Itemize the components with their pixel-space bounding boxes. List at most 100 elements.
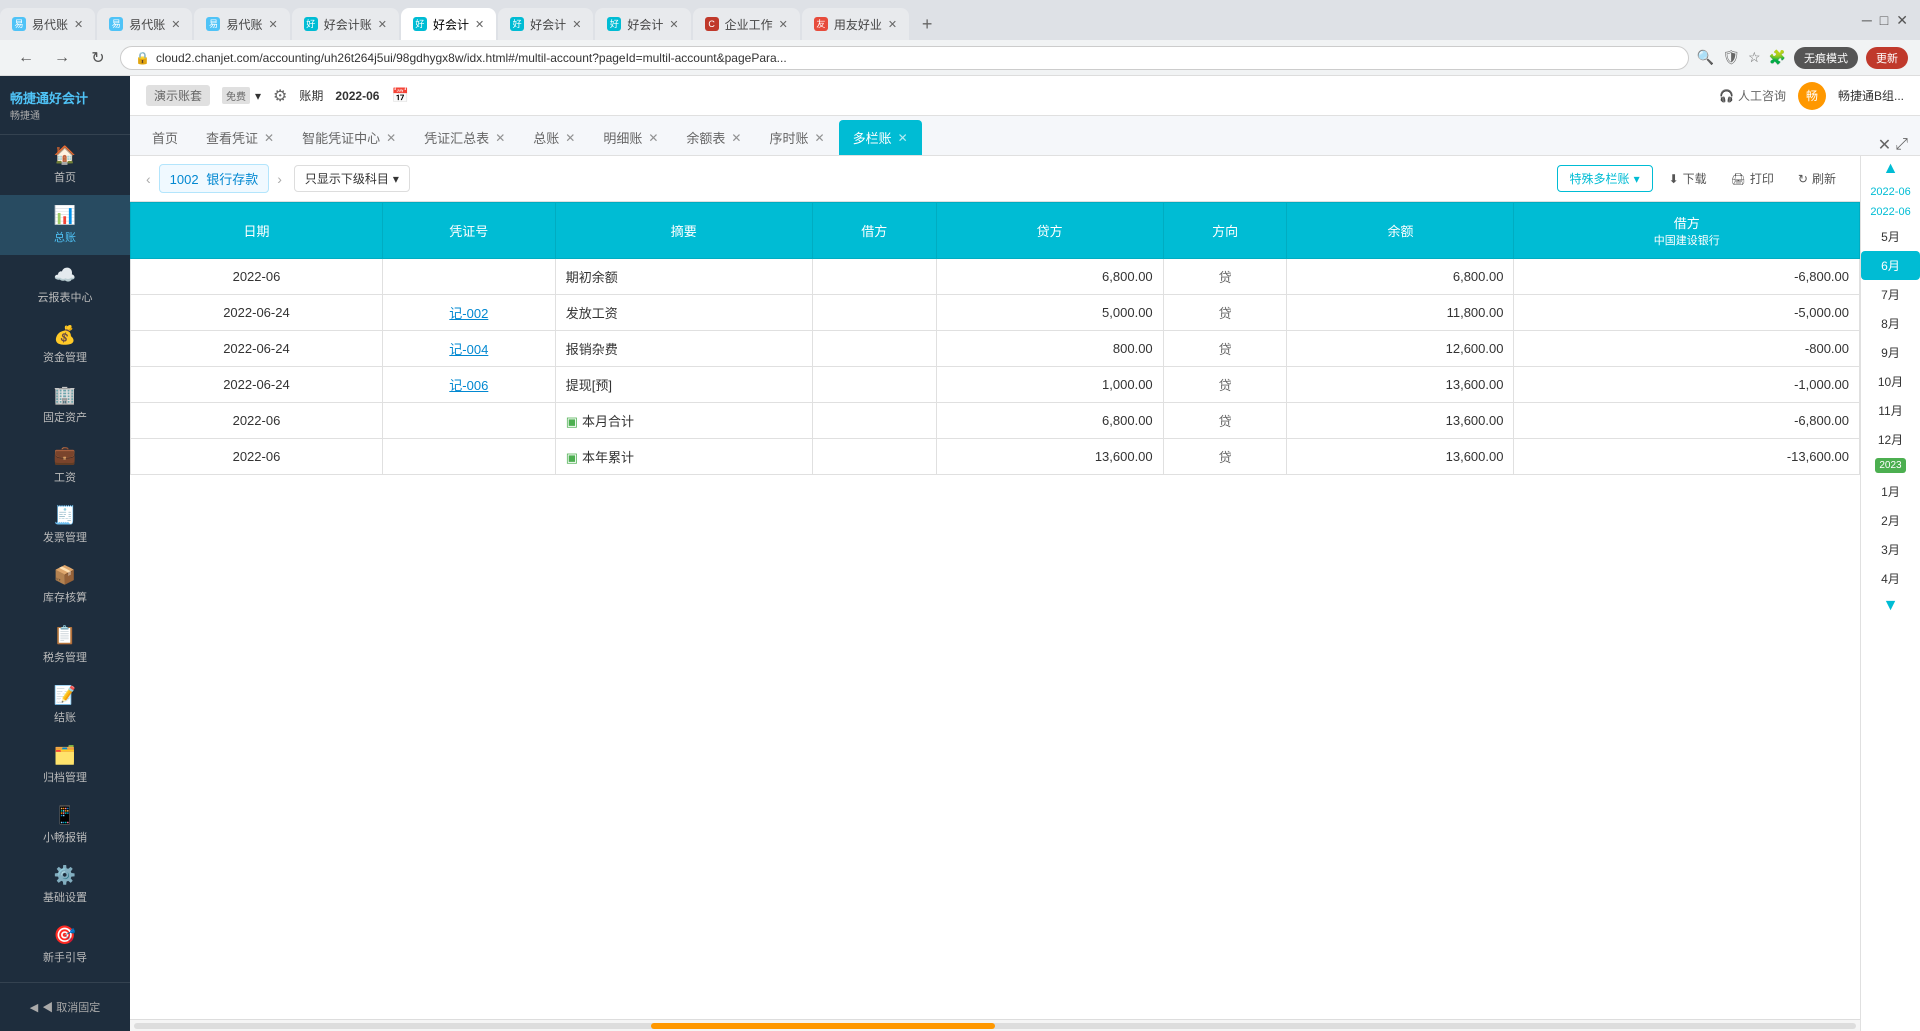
account-name-box[interactable]: 1002 银行存款 bbox=[159, 164, 270, 193]
tab-detail-ledger-close[interactable]: ✕ bbox=[648, 131, 658, 145]
calendar-month-7[interactable]: 7月 bbox=[1861, 280, 1920, 309]
service-button[interactable]: 🎧 人工咨询 bbox=[1719, 87, 1786, 104]
maximize-button[interactable]: □ bbox=[1880, 12, 1888, 28]
tab-multi-column-close[interactable]: ✕ bbox=[898, 131, 908, 145]
cell-voucher[interactable]: 记-006 bbox=[382, 367, 555, 403]
tab-multi-column[interactable]: 多栏账 ✕ bbox=[839, 120, 922, 155]
tab-9[interactable]: 友 用友好业 ✕ bbox=[802, 8, 909, 40]
no-trace-button[interactable]: 无痕模式 bbox=[1794, 47, 1858, 69]
tab-7-close[interactable]: ✕ bbox=[669, 18, 678, 31]
voucher-link[interactable]: 记-002 bbox=[449, 306, 488, 321]
calendar-month-2023-1[interactable]: 1月 bbox=[1861, 477, 1920, 506]
account-settings-icon[interactable]: ⚙ bbox=[273, 86, 287, 106]
panel-expand-icon[interactable]: ⤢ bbox=[1895, 136, 1908, 154]
cell-voucher[interactable]: 记-002 bbox=[382, 295, 555, 331]
tab-voucher-summary-close[interactable]: ✕ bbox=[495, 131, 505, 145]
tab-6-close[interactable]: ✕ bbox=[572, 18, 581, 31]
tab-2[interactable]: 易 易代账 ✕ bbox=[97, 8, 192, 40]
calendar-month-2023-4[interactable]: 4月 bbox=[1861, 564, 1920, 593]
sidebar-item-closing[interactable]: 📝 结账 bbox=[0, 675, 130, 735]
tab-general-ledger-close[interactable]: ✕ bbox=[565, 131, 575, 145]
account-prev-button[interactable]: ‹ bbox=[146, 171, 151, 187]
calendar-scroll-up[interactable]: ▲ bbox=[1879, 156, 1903, 182]
sidebar-item-salary[interactable]: 💼 工资 bbox=[0, 435, 130, 495]
tab-5[interactable]: 好 好会计 ✕ bbox=[401, 8, 496, 40]
sidebar-item-inventory[interactable]: 📦 库存核算 bbox=[0, 555, 130, 615]
sidebar-item-tax[interactable]: 📋 税务管理 bbox=[0, 615, 130, 675]
tab-8-close[interactable]: ✕ bbox=[779, 18, 788, 31]
sidebar-item-funds[interactable]: 💰 资金管理 bbox=[0, 315, 130, 375]
extension-icon[interactable]: 🧩 bbox=[1769, 49, 1786, 66]
tab-journal[interactable]: 序时账 ✕ bbox=[755, 120, 838, 155]
tab-smart-voucher-close[interactable]: ✕ bbox=[386, 131, 396, 145]
scrollbar-thumb[interactable] bbox=[651, 1023, 995, 1029]
back-button[interactable]: ← bbox=[12, 44, 40, 72]
shield-icon[interactable]: 🛡 bbox=[1722, 49, 1740, 66]
tab-voucher[interactable]: 查看凭证 ✕ bbox=[192, 120, 288, 155]
voucher-link[interactable]: 记-006 bbox=[449, 378, 488, 393]
tab-6[interactable]: 好 好会计 ✕ bbox=[498, 8, 593, 40]
cell-voucher[interactable]: 记-004 bbox=[382, 331, 555, 367]
sidebar-item-settings[interactable]: ⚙️ 基础设置 bbox=[0, 855, 130, 915]
filter-dropdown[interactable]: 只显示下级科目 ▾ bbox=[294, 165, 410, 192]
tab-3-close[interactable]: ✕ bbox=[268, 18, 277, 31]
multi-account-button[interactable]: 特殊多栏账 ▾ bbox=[1557, 165, 1653, 192]
tab-2-close[interactable]: ✕ bbox=[171, 18, 180, 31]
sidebar-item-invoice[interactable]: 🧾 发票管理 bbox=[0, 495, 130, 555]
sidebar-item-guide[interactable]: 🎯 新手引导 bbox=[0, 915, 130, 975]
sidebar-item-archive[interactable]: 🗂️ 归档管理 bbox=[0, 735, 130, 795]
calendar-month-9[interactable]: 9月 bbox=[1861, 338, 1920, 367]
calendar-month-2023-2[interactable]: 2月 bbox=[1861, 506, 1920, 535]
sidebar-item-cloud[interactable]: ☁️ 云报表中心 bbox=[0, 255, 130, 315]
calendar-month-8[interactable]: 8月 bbox=[1861, 309, 1920, 338]
tab-general-ledger[interactable]: 总账 ✕ bbox=[519, 120, 589, 155]
calendar-month-6[interactable]: 6月 bbox=[1861, 251, 1920, 280]
minimize-button[interactable]: ─ bbox=[1862, 12, 1872, 28]
sidebar-item-ledger[interactable]: 📊 总账 bbox=[0, 195, 130, 255]
refresh-button[interactable]: ↻ bbox=[84, 44, 112, 72]
tab-4[interactable]: 好 好会计账 ✕ bbox=[292, 8, 399, 40]
update-button[interactable]: 更新 bbox=[1866, 47, 1908, 69]
calendar-icon[interactable]: 📅 bbox=[391, 87, 408, 104]
tab-detail-ledger[interactable]: 明细账 ✕ bbox=[589, 120, 672, 155]
download-button[interactable]: ⬇ 下载 bbox=[1661, 166, 1715, 191]
tab-7[interactable]: 好 好会计 ✕ bbox=[595, 8, 690, 40]
tab-4-close[interactable]: ✕ bbox=[378, 18, 387, 31]
scrollbar-track[interactable] bbox=[134, 1023, 1856, 1029]
tab-voucher-summary[interactable]: 凭证汇总表 ✕ bbox=[410, 120, 519, 155]
account-next-button[interactable]: › bbox=[277, 171, 282, 187]
voucher-link[interactable]: 记-004 bbox=[449, 342, 488, 357]
sidebar-item-home[interactable]: 🏠 首页 bbox=[0, 135, 130, 195]
tab-5-close[interactable]: ✕ bbox=[475, 18, 484, 31]
sidebar-item-assets[interactable]: 🏢 固定资产 bbox=[0, 375, 130, 435]
url-bar[interactable]: 🔒 cloud2.chanjet.com/accounting/uh26t264… bbox=[120, 46, 1689, 70]
tab-balance-close[interactable]: ✕ bbox=[731, 131, 741, 145]
forward-button[interactable]: → bbox=[48, 44, 76, 72]
tab-smart-voucher[interactable]: 智能凭证中心 ✕ bbox=[288, 120, 410, 155]
calendar-scroll-down[interactable]: ▼ bbox=[1879, 593, 1903, 619]
sidebar-collapse-button[interactable]: ◀ ◀ 取消固定 bbox=[5, 993, 125, 1021]
tab-balance[interactable]: 余额表 ✕ bbox=[672, 120, 755, 155]
calendar-month-2023-3[interactable]: 3月 bbox=[1861, 535, 1920, 564]
calendar-month-11[interactable]: 11月 bbox=[1861, 396, 1920, 425]
new-tab-button[interactable]: + bbox=[911, 8, 943, 40]
close-button[interactable]: ✕ bbox=[1896, 12, 1908, 29]
sidebar-item-member[interactable]: 👤 畅会员 bbox=[0, 975, 130, 982]
calendar-month-5[interactable]: 5月 bbox=[1861, 222, 1920, 251]
search-icon[interactable]: 🔍 bbox=[1697, 49, 1714, 66]
tab-9-close[interactable]: ✕ bbox=[888, 18, 897, 31]
sidebar-item-expense[interactable]: 📱 小畅报销 bbox=[0, 795, 130, 855]
star-icon[interactable]: ☆ bbox=[1748, 49, 1761, 66]
calendar-month-10[interactable]: 10月 bbox=[1861, 367, 1920, 396]
print-button[interactable]: 🖨 打印 bbox=[1723, 166, 1782, 191]
tab-home[interactable]: 首页 bbox=[138, 120, 192, 155]
calendar-month-12[interactable]: 12月 bbox=[1861, 425, 1920, 454]
tab-journal-close[interactable]: ✕ bbox=[815, 131, 825, 145]
tab-1[interactable]: 易 易代账 ✕ bbox=[0, 8, 95, 40]
panel-close-icon[interactable]: ✕ bbox=[1878, 135, 1891, 155]
tab-8[interactable]: C 企业工作 ✕ bbox=[693, 8, 800, 40]
tab-1-close[interactable]: ✕ bbox=[74, 18, 83, 31]
account-select[interactable]: 免费 ▾ bbox=[222, 87, 261, 104]
refresh-button[interactable]: ↻ 刷新 bbox=[1790, 166, 1844, 191]
tab-voucher-close[interactable]: ✕ bbox=[264, 131, 274, 145]
